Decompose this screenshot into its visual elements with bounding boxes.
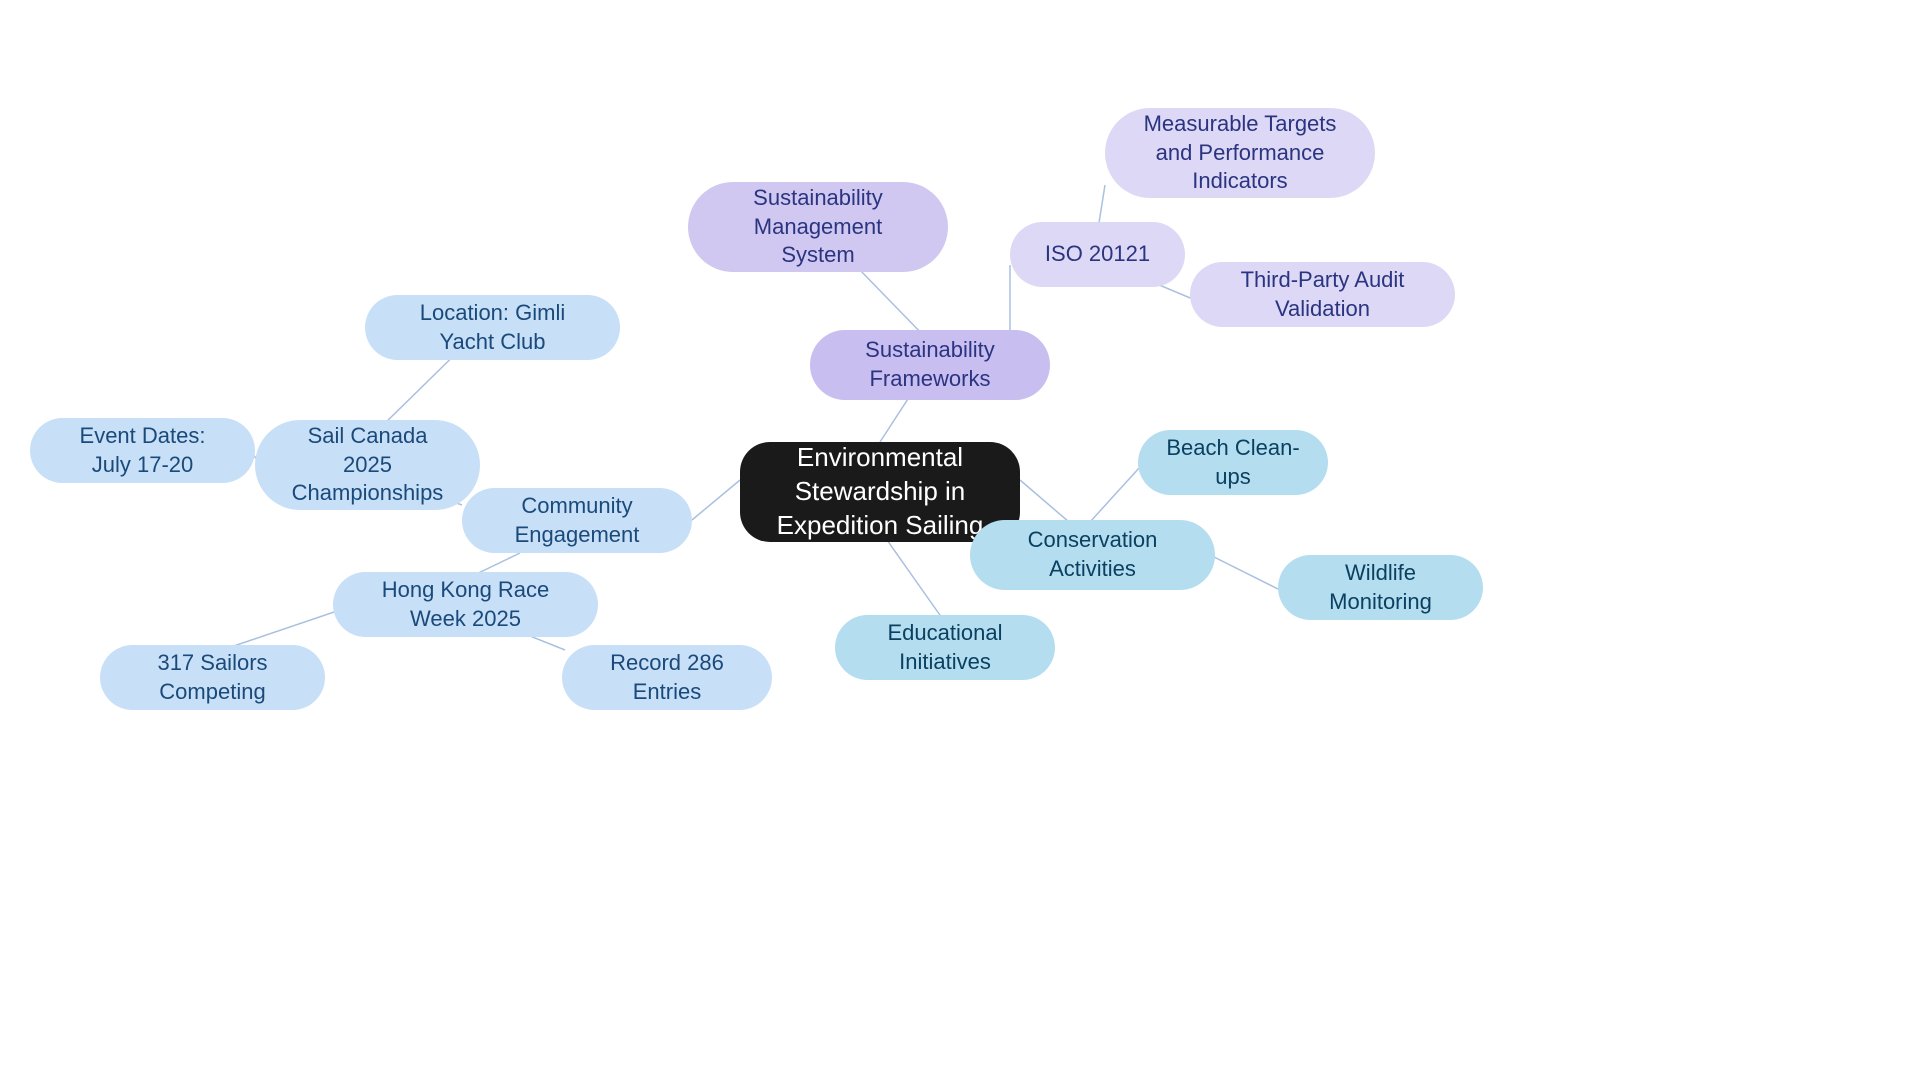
beach-cleanups-label: Beach Clean-ups	[1166, 434, 1300, 491]
sailors-label: 317 Sailors Competing	[128, 649, 297, 706]
hong-kong-node: Hong Kong Race Week 2025	[333, 572, 598, 637]
community-engagement-label: Community Engagement	[490, 492, 664, 549]
sail-canada-label: Sail Canada 2025 Championships	[283, 422, 452, 508]
record-entries-label: Record 286 Entries	[590, 649, 744, 706]
measurable-targets-node: Measurable Targets and Performance Indic…	[1105, 108, 1375, 198]
location-gimli-label: Location: Gimli Yacht Club	[393, 299, 592, 356]
wildlife-label: Wildlife Monitoring	[1306, 559, 1455, 616]
sustainability-frameworks-node: Sustainability Frameworks	[810, 330, 1050, 400]
educational-label: Educational Initiatives	[863, 619, 1027, 676]
record-entries-node: Record 286 Entries	[562, 645, 772, 710]
beach-cleanups-node: Beach Clean-ups	[1138, 430, 1328, 495]
center-label: Environmental Stewardship in Expedition …	[768, 441, 992, 542]
sustainability-management-node: Sustainability Management System	[688, 182, 948, 272]
community-engagement-node: Community Engagement	[462, 488, 692, 553]
measurable-targets-label: Measurable Targets and Performance Indic…	[1133, 110, 1347, 196]
center-node: Environmental Stewardship in Expedition …	[740, 442, 1020, 542]
sailors-node: 317 Sailors Competing	[100, 645, 325, 710]
sustainability-management-label: Sustainability Management System	[716, 184, 920, 270]
iso20121-node: ISO 20121	[1010, 222, 1185, 287]
wildlife-node: Wildlife Monitoring	[1278, 555, 1483, 620]
third-party-label: Third-Party Audit Validation	[1218, 266, 1427, 323]
location-gimli-node: Location: Gimli Yacht Club	[365, 295, 620, 360]
sail-canada-node: Sail Canada 2025 Championships	[255, 420, 480, 510]
third-party-node: Third-Party Audit Validation	[1190, 262, 1455, 327]
event-dates-label: Event Dates: July 17-20	[58, 422, 227, 479]
educational-node: Educational Initiatives	[835, 615, 1055, 680]
conservation-node: Conservation Activities	[970, 520, 1215, 590]
event-dates-node: Event Dates: July 17-20	[30, 418, 255, 483]
conservation-label: Conservation Activities	[998, 526, 1187, 583]
iso20121-label: ISO 20121	[1045, 240, 1150, 269]
sustainability-frameworks-label: Sustainability Frameworks	[838, 336, 1022, 393]
hong-kong-label: Hong Kong Race Week 2025	[361, 576, 570, 633]
